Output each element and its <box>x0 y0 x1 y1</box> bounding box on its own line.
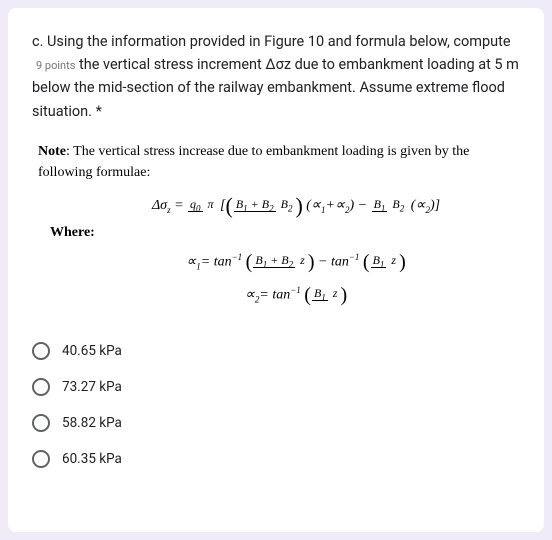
pi: π <box>206 197 216 211</box>
b2b: B <box>281 197 288 211</box>
delta-sigma: Δσ <box>152 198 167 213</box>
option-3[interactable]: 60.35 kPa <box>32 441 520 477</box>
option-label: 73.27 kPa <box>62 379 122 395</box>
formula-group2: ∝1= tan−1 ( B1 + B2 z ) − tan−1 ( B1 z )… <box>38 251 514 307</box>
frac-a1: B1 + B2 z <box>253 254 306 270</box>
alpha2-formula: ∝2= tan−1 ( B1 z ) <box>78 284 514 307</box>
radio-icon <box>32 414 50 432</box>
option-label: 60.35 kPa <box>62 451 122 467</box>
as2: 2 <box>345 205 350 215</box>
note-bold: Note <box>38 144 66 159</box>
option-0[interactable]: 40.65 kPa <box>32 333 520 369</box>
radio-icon <box>32 378 50 396</box>
frac-b1b2: B1 + B2 B2 <box>234 198 295 214</box>
b1e: B <box>373 253 380 267</box>
s2c: 2 <box>400 203 405 213</box>
points-badge: 9 points <box>36 59 75 72</box>
s2a: 2 <box>269 203 274 213</box>
where-label: Where: <box>50 225 514 241</box>
a2fs: 2 <box>255 294 260 304</box>
s1c: 1 <box>381 203 386 213</box>
plus2: + <box>267 253 281 267</box>
as1: 1 <box>321 205 326 215</box>
frac-b1b2-2: B1 B2 <box>372 198 407 214</box>
main-formula: Δσz = q0 π [( B1 + B2 B2 ) (∝1+∝2) − B1 … <box>78 193 514 219</box>
radio-icon <box>32 450 50 468</box>
question-line1: c. Using the information provided in Fig… <box>32 33 511 50</box>
tan1: tan <box>214 254 232 269</box>
formula-group: Δσz = q0 π [( B1 + B2 B2 ) (∝1+∝2) − B1 … <box>38 193 514 219</box>
m1b: −1 <box>349 252 360 262</box>
s1e: 1 <box>380 260 385 270</box>
a1fs: 1 <box>196 261 201 271</box>
a1: ∝ <box>311 198 321 213</box>
option-2[interactable]: 58.82 kPa <box>32 405 520 441</box>
a2b: ∝ <box>415 198 425 213</box>
option-label: 40.65 kPa <box>62 343 122 359</box>
s2d: 2 <box>289 260 294 270</box>
frac-q0pi: q0 π <box>188 198 216 214</box>
note-body: : The vertical stress increase due to em… <box>38 144 469 180</box>
option-label: 58.82 kPa <box>62 415 122 431</box>
sub-z: z <box>167 205 171 215</box>
tan2: tan <box>331 254 349 269</box>
m1a: −1 <box>232 252 243 262</box>
b1d: B <box>255 253 262 267</box>
a1f: ∝ <box>186 254 196 269</box>
b2c: B <box>392 197 399 211</box>
m1c: −1 <box>290 285 301 295</box>
frac-a2: B1 z <box>312 287 340 303</box>
b1c: B <box>374 197 381 211</box>
z2: z <box>389 253 398 267</box>
question-rest: the vertical stress increment Δσz due to… <box>32 56 519 119</box>
question-card: c. Using the information provided in Fig… <box>8 8 544 532</box>
s1f: 1 <box>321 293 326 303</box>
tan3: tan <box>272 287 290 302</box>
note-block: Note: The vertical stress increase due t… <box>32 141 520 307</box>
a2f: ∝ <box>245 287 255 302</box>
radio-icon <box>32 342 50 360</box>
options-group: 40.65 kPa 73.27 kPa 58.82 kPa 60.35 kPa <box>32 333 520 477</box>
b2d: B <box>281 253 288 267</box>
s2b: 2 <box>288 203 293 213</box>
z1: z <box>298 253 307 267</box>
note-text: Note: The vertical stress increase due t… <box>38 141 514 183</box>
a2: ∝ <box>335 198 345 213</box>
as2b: 2 <box>425 205 430 215</box>
zero: 0 <box>196 203 201 213</box>
z3: z <box>331 286 340 300</box>
option-1[interactable]: 73.27 kPa <box>32 369 520 405</box>
plus1: + <box>248 197 262 211</box>
frac-a1b: B1 z <box>371 254 399 270</box>
alpha1-formula: ∝1= tan−1 ( B1 + B2 z ) − tan−1 ( B1 z ) <box>78 251 514 274</box>
question-text: c. Using the information provided in Fig… <box>32 30 520 123</box>
